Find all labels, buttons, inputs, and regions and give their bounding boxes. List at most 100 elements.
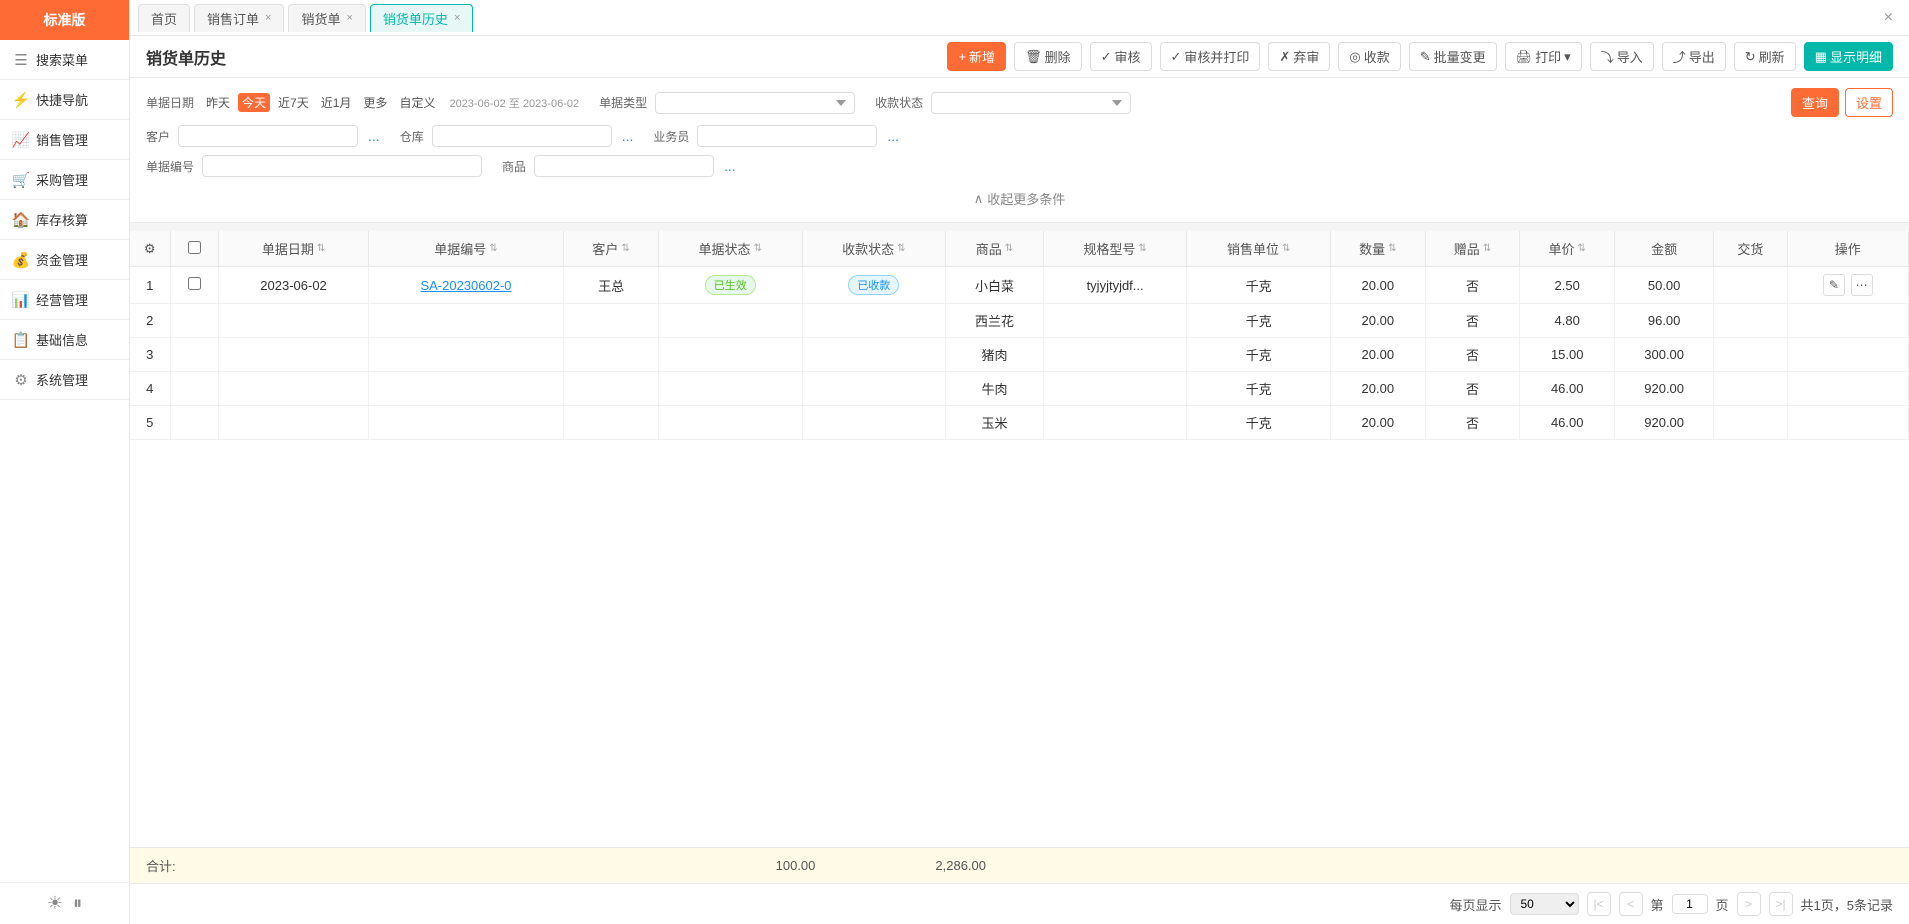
th-docno[interactable]: 单据编号 — [368, 231, 564, 267]
cell-docno[interactable]: SA-20230602-0 — [368, 267, 564, 304]
th-price[interactable]: 单价 — [1520, 231, 1615, 267]
import-button[interactable]: ⤵ 导入 — [1590, 42, 1654, 71]
refresh-button[interactable]: ↻ 刷新 — [1734, 42, 1796, 71]
select-all-checkbox[interactable] — [188, 241, 201, 254]
cell-docno[interactable] — [368, 338, 564, 372]
tab-sales-history-close[interactable]: × — [454, 12, 460, 24]
tab-sales-order-close[interactable]: × — [265, 12, 271, 24]
th-unit[interactable]: 销售单位 — [1187, 231, 1331, 267]
sidebar-item-quick-nav[interactable]: ⚡ 快捷导航 — [0, 80, 129, 120]
th-date[interactable]: 单据日期 — [219, 231, 368, 267]
th-gift[interactable]: 赠品 — [1425, 231, 1520, 267]
th-checkbox[interactable] — [170, 231, 219, 267]
th-spec[interactable]: 规格型号 — [1043, 231, 1187, 267]
sort-goods[interactable]: 商品 — [976, 239, 1013, 258]
sidebar-item-system-mgmt[interactable]: ⚙ 系统管理 — [0, 360, 129, 400]
sidebar-item-purchase-mgmt[interactable]: 🛒 采购管理 — [0, 160, 129, 200]
th-goods[interactable]: 商品 — [946, 231, 1044, 267]
payment-status-select[interactable] — [931, 92, 1131, 114]
row-edit-button[interactable]: ✎ — [1823, 274, 1845, 296]
tab-sales-history[interactable]: 销货单历史 × — [370, 4, 473, 32]
tab-bar-close-button[interactable]: × — [1876, 9, 1901, 27]
goods-ellipsis[interactable]: ... — [724, 158, 736, 174]
delete-button[interactable]: 🗑 删除 — [1014, 42, 1082, 71]
date-shortcut-more[interactable]: 更多 — [359, 93, 391, 112]
date-shortcut-yesterday[interactable]: 昨天 — [202, 93, 234, 112]
warehouse-ellipsis[interactable]: ... — [622, 128, 634, 144]
sidebar-item-inventory[interactable]: 🏠 库存核算 — [0, 200, 129, 240]
page-first-button[interactable]: |< — [1587, 892, 1611, 916]
page-next-button[interactable]: > — [1737, 892, 1761, 916]
th-gear[interactable]: ⚙ — [130, 231, 170, 267]
sort-gift[interactable]: 赠品 — [1454, 239, 1491, 258]
page-title: 销货单历史 — [146, 45, 226, 69]
print-button[interactable]: 🖨 打印 ▾ — [1505, 42, 1582, 71]
date-shortcut-today[interactable]: 今天 — [238, 93, 270, 112]
show-detail-button[interactable]: ▦ 显示明细 — [1804, 42, 1893, 71]
page-prev-button[interactable]: < — [1619, 892, 1643, 916]
th-quantity[interactable]: 数量 — [1330, 231, 1425, 267]
cell-checkbox[interactable] — [170, 338, 219, 372]
page-input[interactable] — [1672, 894, 1708, 914]
doc-type-select[interactable] — [655, 92, 855, 114]
audit-button[interactable]: ✓ 审核 — [1090, 42, 1152, 71]
docno-link[interactable]: SA-20230602-0 — [420, 278, 511, 293]
sort-spec[interactable]: 规格型号 — [1083, 239, 1146, 258]
warehouse-input[interactable] — [432, 125, 612, 147]
tab-sales-goods[interactable]: 销货单 × — [288, 4, 365, 32]
cell-docno[interactable] — [368, 406, 564, 440]
date-shortcut-custom[interactable]: 自定义 — [395, 93, 439, 112]
collect-button[interactable]: ◎ 收款 — [1338, 42, 1400, 71]
sort-unit[interactable]: 销售单位 — [1227, 239, 1290, 258]
sidebar-item-finance[interactable]: 💰 资金管理 — [0, 240, 129, 280]
goods-label: 商品 — [502, 158, 526, 175]
sort-payment-status[interactable]: 收款状态 — [842, 239, 905, 258]
sidebar-item-operations[interactable]: 📊 经营管理 — [0, 280, 129, 320]
sidebar-item-basic-info[interactable]: 📋 基础信息 — [0, 320, 129, 360]
staff-input[interactable] — [697, 125, 877, 147]
sidebar-item-label: 搜索菜单 — [36, 50, 88, 69]
tab-home[interactable]: 首页 — [138, 4, 190, 32]
sort-customer[interactable]: 客户 — [592, 239, 629, 258]
date-shortcut-7days[interactable]: 近7天 — [274, 93, 313, 112]
export-button[interactable]: ⤴ 导出 — [1662, 42, 1726, 71]
docno-input[interactable] — [202, 155, 482, 177]
th-customer[interactable]: 客户 — [564, 231, 659, 267]
date-shortcut-1month[interactable]: 近1月 — [317, 93, 356, 112]
sort-date[interactable]: 单据日期 — [262, 239, 325, 258]
page-size-select[interactable]: 10 20 50 100 — [1510, 893, 1579, 915]
cell-checkbox[interactable] — [170, 304, 219, 338]
th-doc-status[interactable]: 单据状态 — [658, 231, 802, 267]
tab-sales-goods-close[interactable]: × — [346, 12, 352, 24]
new-button[interactable]: + 新增 — [947, 42, 1006, 71]
audit-print-button[interactable]: ✓ 审核并打印 — [1160, 42, 1261, 71]
query-button[interactable]: 查询 — [1791, 88, 1839, 117]
cell-checkbox[interactable] — [170, 406, 219, 440]
staff-ellipsis[interactable]: ... — [887, 128, 899, 144]
row-checkbox[interactable] — [188, 277, 201, 290]
sort-doc-status[interactable]: 单据状态 — [699, 239, 762, 258]
settings-button[interactable]: 设置 — [1845, 88, 1893, 117]
cell-checkbox[interactable] — [170, 372, 219, 406]
sidebar-bottom-icon2[interactable]: ⏸ — [73, 893, 82, 914]
sidebar-bottom-icon1[interactable]: ☀ — [47, 893, 63, 914]
row-more-button[interactable]: ⋯ — [1851, 274, 1873, 296]
batch-change-button[interactable]: ✎ 批量变更 — [1409, 42, 1497, 71]
customer-input[interactable] — [178, 125, 358, 147]
sidebar-item-search-menu[interactable]: ☰ 搜索菜单 — [0, 40, 129, 80]
cell-docno[interactable] — [368, 372, 564, 406]
sort-price[interactable]: 单价 — [1549, 239, 1586, 258]
tab-sales-order[interactable]: 销售订单 × — [194, 4, 284, 32]
goods-input[interactable] — [534, 155, 714, 177]
page-last-button[interactable]: >| — [1769, 892, 1793, 916]
cell-price: 4.80 — [1520, 304, 1615, 338]
sort-quantity[interactable]: 数量 — [1359, 239, 1396, 258]
sidebar-item-sales-mgmt[interactable]: 📈 销售管理 — [0, 120, 129, 160]
sort-docno[interactable]: 单据编号 — [434, 239, 497, 258]
abandon-button[interactable]: ✗ 弃审 — [1268, 42, 1330, 71]
cell-docno[interactable] — [368, 304, 564, 338]
th-payment-status[interactable]: 收款状态 — [802, 231, 946, 267]
customer-ellipsis[interactable]: ... — [368, 128, 380, 144]
cell-checkbox[interactable] — [170, 267, 219, 304]
collapse-bar[interactable]: ∧ 收起更多条件 — [146, 185, 1893, 212]
